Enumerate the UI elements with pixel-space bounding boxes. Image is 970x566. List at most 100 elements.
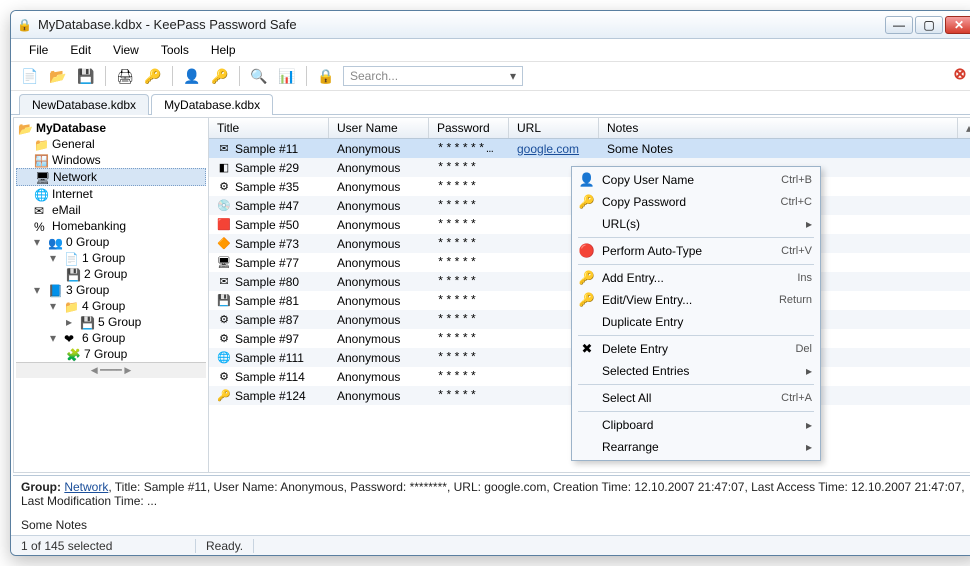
- tree-item-homebanking[interactable]: %Homebanking: [16, 218, 206, 234]
- menu-item-delete-entry[interactable]: ✖Delete EntryDel: [574, 338, 818, 360]
- maximize-button[interactable]: [915, 16, 943, 34]
- search-input[interactable]: Search...: [343, 66, 523, 86]
- tree-item-7-group[interactable]: 🧩7 Group: [16, 346, 206, 362]
- search-dropdown-icon[interactable]: [510, 69, 516, 83]
- tree-item-windows[interactable]: 🪟Windows: [16, 152, 206, 168]
- entry-password: *****: [429, 294, 509, 308]
- entry-username: Anonymous: [329, 218, 429, 232]
- menu-item-add-entry-[interactable]: 🔑Add Entry...Ins: [574, 267, 818, 289]
- entry-icon: ◧: [217, 161, 231, 174]
- entry-password: *****: [429, 351, 509, 365]
- tab-mydatabase-kdbx[interactable]: MyDatabase.kdbx: [151, 94, 273, 115]
- tree-item-email[interactable]: ✉eMail: [16, 202, 206, 218]
- group-icon: 📂: [18, 122, 32, 134]
- new-file-icon[interactable]: 📄: [19, 65, 41, 87]
- menu-item-label: Select All: [602, 391, 781, 405]
- menu-item-url-s-[interactable]: URL(s): [574, 213, 818, 235]
- group-tree[interactable]: 📂 MyDatabase📁General🪟Windows🖥Network🌐Inte…: [14, 118, 209, 472]
- tree-item-4-group[interactable]: ▾📁4 Group: [16, 298, 206, 314]
- menu-item-copy-password[interactable]: 🔑Copy PasswordCtrl+C: [574, 191, 818, 213]
- entry-username: Anonymous: [329, 199, 429, 213]
- expander-icon[interactable]: ▾: [34, 283, 44, 297]
- tree-item-mydatabase[interactable]: 📂 MyDatabase: [16, 120, 206, 136]
- print-icon[interactable]: 🖨: [114, 65, 136, 87]
- toolbar-separator: [172, 66, 173, 86]
- menu-item-select-all[interactable]: Select AllCtrl+A: [574, 387, 818, 409]
- context-menu-separator: [578, 335, 814, 336]
- scroll-up-icon[interactable]: ▴: [958, 118, 970, 138]
- tree-item-2-group[interactable]: 💾2 Group: [16, 266, 206, 282]
- entry-title: Sample #114: [235, 370, 305, 384]
- group-icon: 🖥: [35, 171, 49, 183]
- menu-item-rearrange[interactable]: Rearrange: [574, 436, 818, 458]
- expander-icon[interactable]: ▾: [50, 331, 60, 345]
- menu-item-shortcut: Del: [795, 343, 812, 355]
- menu-file[interactable]: File: [19, 41, 58, 59]
- expander-icon[interactable]: ▾: [50, 299, 60, 313]
- tree-item-6-group[interactable]: ▾❤6 Group: [16, 330, 206, 346]
- tree-item-3-group[interactable]: ▾📘3 Group: [16, 282, 206, 298]
- menu-item-label: Selected Entries: [602, 364, 800, 378]
- titlebar[interactable]: 🔒 MyDatabase.kdbx - KeePass Password Saf…: [11, 11, 970, 39]
- menu-item-perform-auto-type[interactable]: 🔴Perform Auto-TypeCtrl+V: [574, 240, 818, 262]
- tree-item-0-group[interactable]: ▾👥0 Group: [16, 234, 206, 250]
- entry-url[interactable]: google.com: [509, 142, 599, 156]
- add-entry-icon[interactable]: 🔑: [142, 65, 164, 87]
- entry-icon: 🌐: [217, 351, 231, 364]
- minimize-button[interactable]: [885, 16, 913, 34]
- tree-item-network[interactable]: 🖥Network: [16, 168, 206, 186]
- col-title[interactable]: Title: [209, 118, 329, 138]
- submenu-arrow-icon: [800, 440, 812, 454]
- tree-item-label: MyDatabase: [36, 121, 106, 135]
- submenu-arrow-icon: [800, 217, 812, 231]
- menu-item-copy-user-name[interactable]: 👤Copy User NameCtrl+B: [574, 169, 818, 191]
- close-button[interactable]: [945, 16, 970, 34]
- tree-item-label: 6 Group: [82, 331, 125, 345]
- expander-icon[interactable]: ▾: [34, 235, 44, 249]
- entry-password: *****: [429, 256, 509, 270]
- window-title: MyDatabase.kdbx - KeePass Password Safe: [38, 17, 885, 32]
- tab-newdatabase-kdbx[interactable]: NewDatabase.kdbx: [19, 94, 149, 115]
- find-icon[interactable]: 🔍: [248, 65, 270, 87]
- expander-icon[interactable]: ▸: [66, 315, 76, 329]
- menu-item-duplicate-entry[interactable]: Duplicate Entry: [574, 311, 818, 333]
- tree-item-1-group[interactable]: ▾📄1 Group: [16, 250, 206, 266]
- entry-icon: ⚙: [217, 332, 231, 345]
- entry-title: Sample #11: [235, 142, 298, 156]
- menu-help[interactable]: Help: [201, 41, 246, 59]
- expander-icon[interactable]: ▾: [50, 251, 60, 265]
- menu-item-edit-view-entry-[interactable]: 🔑Edit/View Entry...Return: [574, 289, 818, 311]
- menu-view[interactable]: View: [103, 41, 149, 59]
- col-password[interactable]: Password: [429, 118, 509, 138]
- tree-item-internet[interactable]: 🌐Internet: [16, 186, 206, 202]
- tree-scrollbar[interactable]: [16, 362, 206, 378]
- col-url[interactable]: URL: [509, 118, 599, 138]
- entry-icon: 🖥: [217, 256, 231, 269]
- entry-username: Anonymous: [329, 180, 429, 194]
- menu-item-selected-entries[interactable]: Selected Entries: [574, 360, 818, 382]
- save-icon[interactable]: 💾: [75, 65, 97, 87]
- tree-item-5-group[interactable]: ▸💾5 Group: [16, 314, 206, 330]
- menu-tools[interactable]: Tools: [151, 41, 199, 59]
- lock-icon[interactable]: 🔒: [315, 65, 337, 87]
- search-placeholder: Search...: [350, 69, 398, 83]
- menu-edit[interactable]: Edit: [60, 41, 101, 59]
- menu-item-icon: 👤: [578, 172, 596, 188]
- tree-item-label: 5 Group: [98, 315, 141, 329]
- entry-title: Sample #87: [235, 313, 299, 327]
- tree-item-general[interactable]: 📁General: [16, 136, 206, 152]
- group-icon: 👥: [48, 236, 62, 248]
- copy-pass-icon[interactable]: 🔑: [209, 65, 231, 87]
- submenu-arrow-icon: [800, 364, 812, 378]
- copy-user-icon[interactable]: 👤: [181, 65, 203, 87]
- toolbar-close-icon[interactable]: ⊗: [949, 65, 970, 87]
- entry-icon: ⚙: [217, 313, 231, 326]
- col-notes[interactable]: Notes: [599, 118, 958, 138]
- view-icon[interactable]: 📊: [276, 65, 298, 87]
- entry-row[interactable]: ✉Sample #11Anonymous********google.comSo…: [209, 139, 970, 158]
- details-group-link[interactable]: Network: [64, 480, 108, 494]
- menu-item-clipboard[interactable]: Clipboard: [574, 414, 818, 436]
- open-folder-icon[interactable]: 📂: [47, 65, 69, 87]
- entry-password: *****: [429, 275, 509, 289]
- col-username[interactable]: User Name: [329, 118, 429, 138]
